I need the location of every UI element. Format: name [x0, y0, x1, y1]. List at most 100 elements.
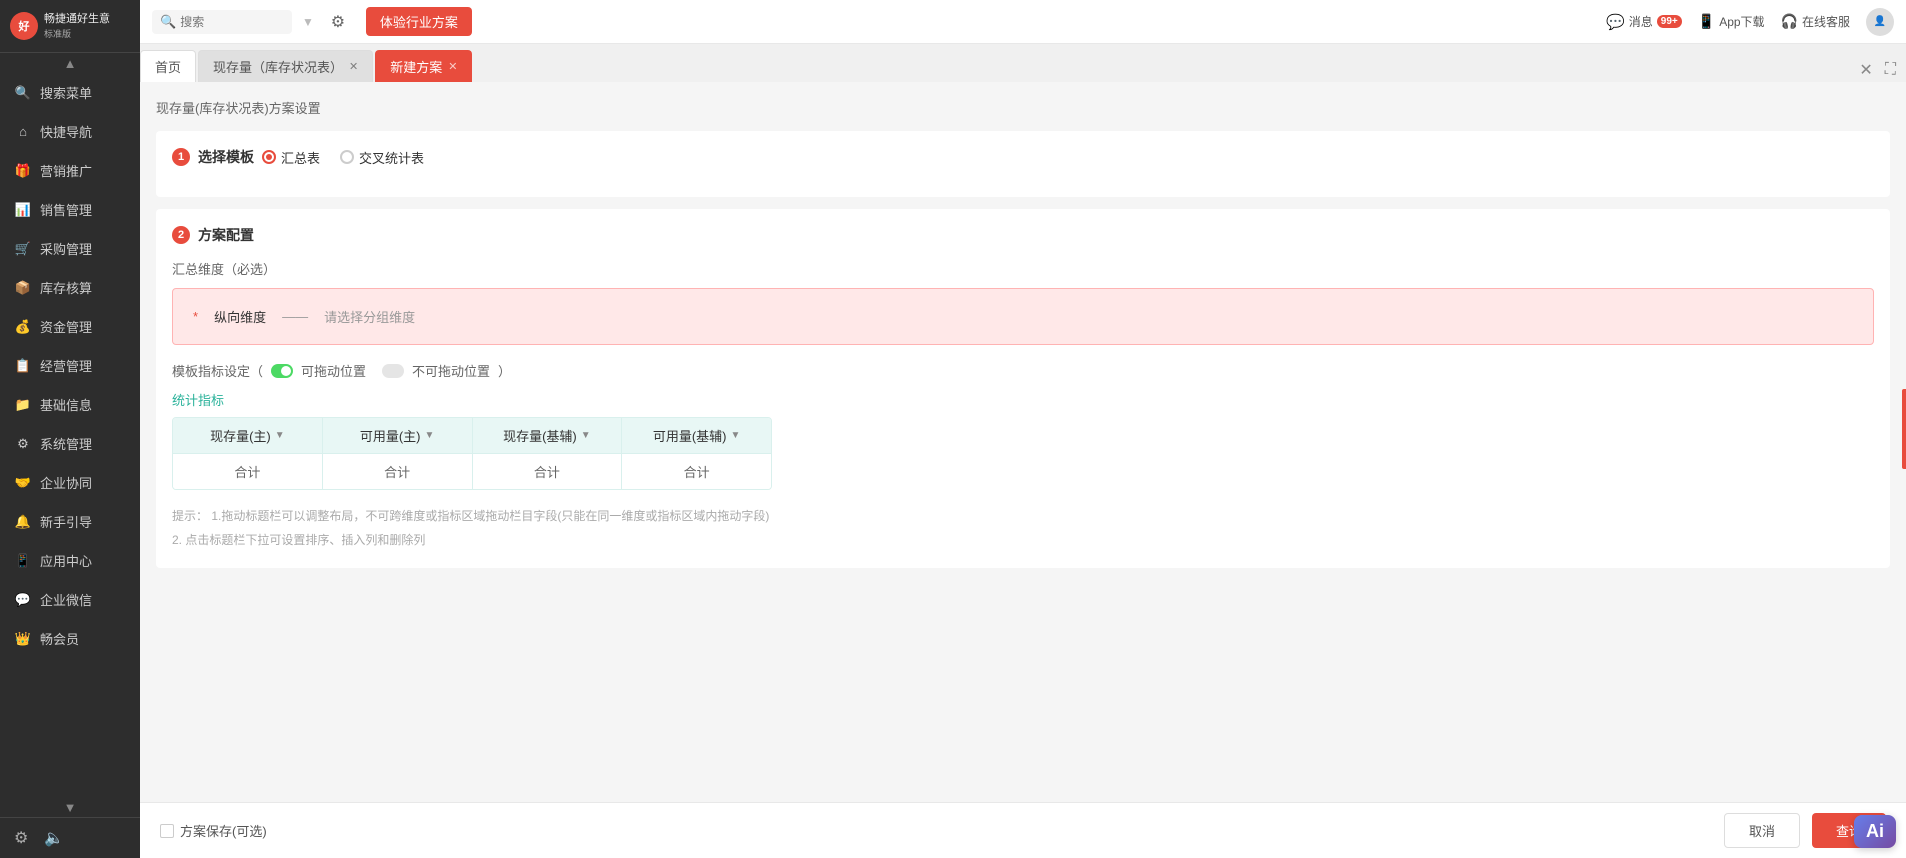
- home-icon: ⌂: [14, 123, 32, 141]
- dim-dash: ——: [282, 309, 308, 324]
- sidebar-label-app-center: 应用中心: [40, 551, 92, 570]
- tip-2: 2. 点击标题栏下拉可设置排序、插入列和删除列: [172, 528, 1874, 552]
- tab-inventory-status[interactable]: 现存量（库存状况表） ✕: [198, 50, 373, 82]
- no-drag-label: 不可拖动位置: [412, 361, 490, 380]
- sidebar-label-member: 畅会员: [40, 629, 79, 648]
- search-icon-top: 🔍: [160, 14, 176, 30]
- sidebar-item-sales[interactable]: 📊 销售管理: [0, 190, 140, 229]
- crown-icon: 👑: [14, 630, 32, 648]
- sidebar-item-member[interactable]: 👑 畅会员: [0, 619, 140, 658]
- can-drag-toggle[interactable]: [271, 364, 293, 378]
- close-panel-icon[interactable]: ✕: [1857, 58, 1874, 82]
- body-cell-1: 合计: [323, 454, 473, 489]
- expand-icon[interactable]: ⛶: [1883, 59, 1898, 81]
- tab-new-scheme-label: 新建方案: [390, 57, 442, 76]
- sidebar-item-system[interactable]: ⚙ 系统管理: [0, 424, 140, 463]
- sidebar-logo: 好 畅捷通好生意 标准版: [0, 0, 140, 53]
- save-option[interactable]: 方案保存(可选): [160, 821, 267, 840]
- radio-cross-dot: [340, 150, 354, 164]
- dimension-box: * 纵向维度 —— 请选择分组维度: [172, 288, 1874, 345]
- sidebar-item-basic-info[interactable]: 📁 基础信息: [0, 385, 140, 424]
- col-label-3: 可用量(基辅): [653, 426, 727, 445]
- sidebar-label-inventory: 库存核算: [40, 278, 92, 297]
- gear-icon: ⚙: [14, 435, 32, 453]
- step1-num: 1: [172, 148, 190, 166]
- sidebar-item-purchase[interactable]: 🛒 采购管理: [0, 229, 140, 268]
- col-header-1[interactable]: 可用量(主) ▼: [323, 418, 473, 453]
- handshake-icon: 🤝: [14, 474, 32, 492]
- search-input[interactable]: [180, 15, 260, 29]
- sidebar-item-quick-nav[interactable]: ⌂ 快捷导航: [0, 112, 140, 151]
- sidebar-item-wechat[interactable]: 💬 企业微信: [0, 580, 140, 619]
- sidebar-label-purchase: 采购管理: [40, 239, 92, 258]
- content-area: 现存量(库存状况表)方案设置 1 选择模板 汇总表 交叉统计表: [140, 82, 1906, 802]
- money-icon: 💰: [14, 318, 32, 336]
- sidebar-item-contract[interactable]: 🤝 企业协同: [0, 463, 140, 502]
- app-logo-icon: 好: [10, 12, 38, 40]
- sidebar-scroll-up[interactable]: ▲: [0, 53, 140, 73]
- col-header-3[interactable]: 可用量(基辅) ▼: [622, 418, 771, 453]
- user-avatar[interactable]: 👤: [1866, 8, 1894, 36]
- app-version: 标准版: [44, 27, 110, 40]
- ai-badge[interactable]: Ai: [1854, 815, 1896, 848]
- sidebar-label-contract: 企业协同: [40, 473, 92, 492]
- sidebar-label-basic-info: 基础信息: [40, 395, 92, 414]
- sidebar-scroll-down[interactable]: ▼: [0, 797, 140, 817]
- box-icon: 📦: [14, 279, 32, 297]
- indicator-settings-prefix: 模板指标设定（: [172, 361, 263, 380]
- tab-inventory-close[interactable]: ✕: [349, 60, 358, 73]
- sidebar-item-search-menu[interactable]: 🔍 搜索菜单: [0, 73, 140, 112]
- phone-icon: 📱: [1698, 13, 1715, 30]
- headset-icon: 🎧: [1781, 13, 1798, 30]
- topbar: 🔍 ▼ ⚙ 体验行业方案 💬 消息 99+ 📱 App下载 🎧 在线客服 👤: [140, 0, 1906, 44]
- sidebar-label-system: 系统管理: [40, 434, 92, 453]
- sidebar-item-finance[interactable]: 💰 资金管理: [0, 307, 140, 346]
- radio-summary[interactable]: 汇总表: [262, 148, 320, 167]
- app-download-label: App下载: [1719, 13, 1764, 30]
- sidebar-label-marketing: 营销推广: [40, 161, 92, 180]
- sidebar-label-quick-nav: 快捷导航: [40, 122, 92, 141]
- sidebar-item-app-center[interactable]: 📱 应用中心: [0, 541, 140, 580]
- dim-vertical-label: 纵向维度: [214, 307, 266, 326]
- topbar-right: 💬 消息 99+ 📱 App下载 🎧 在线客服 👤: [1606, 8, 1894, 36]
- speaker-icon[interactable]: 🔈: [44, 828, 64, 848]
- tab-home[interactable]: 首页: [140, 50, 196, 82]
- search-icon: 🔍: [14, 84, 32, 102]
- sidebar: 好 畅捷通好生意 标准版 ▲ 🔍 搜索菜单 ⌂ 快捷导航 🎁 营销推广 📊 销售…: [0, 0, 140, 858]
- dim-placeholder[interactable]: 请选择分组维度: [324, 307, 415, 326]
- tip-1: 提示： 1.拖动标题栏可以调整布局，不可跨维度或指标区域拖动栏目字段(只能在同一…: [172, 504, 1874, 528]
- save-checkbox[interactable]: [160, 824, 174, 838]
- radio-cross[interactable]: 交叉统计表: [340, 148, 424, 167]
- app-download-btn[interactable]: 📱 App下载: [1698, 13, 1765, 30]
- body-cell-0: 合计: [173, 454, 323, 489]
- topbar-gear-icon[interactable]: ⚙: [324, 8, 352, 36]
- stats-table-header: 现存量(主) ▼ 可用量(主) ▼ 现存量(基辅) ▼ 可用量(基辅): [173, 418, 771, 453]
- chat-icon: 💬: [14, 591, 32, 609]
- sidebar-item-guide[interactable]: 🔔 新手引导: [0, 502, 140, 541]
- sidebar-item-operation[interactable]: 📋 经营管理: [0, 346, 140, 385]
- messages-btn[interactable]: 💬 消息 99+: [1606, 13, 1682, 31]
- clipboard-icon: 📋: [14, 357, 32, 375]
- col-header-2[interactable]: 现存量(基辅) ▼: [473, 418, 623, 453]
- chart-icon: 📊: [14, 201, 32, 219]
- col-header-0[interactable]: 现存量(主) ▼: [173, 418, 323, 453]
- online-service-btn[interactable]: 🎧 在线客服: [1781, 13, 1850, 30]
- sidebar-label-search-menu: 搜索菜单: [40, 83, 92, 102]
- body-cell-3: 合计: [622, 454, 771, 489]
- cancel-button[interactable]: 取消: [1724, 813, 1800, 848]
- step1-header: 1 选择模板 汇总表 交叉统计表: [172, 147, 1874, 167]
- sidebar-item-inventory[interactable]: 📦 库存核算: [0, 268, 140, 307]
- tab-new-scheme[interactable]: 新建方案 ✕: [375, 50, 472, 82]
- chevron-3: ▼: [731, 430, 741, 441]
- no-drag-badge: [382, 364, 404, 378]
- tab-new-scheme-close[interactable]: ✕: [448, 60, 457, 73]
- sidebar-item-marketing[interactable]: 🎁 营销推广: [0, 151, 140, 190]
- chevron-1: ▼: [425, 430, 435, 441]
- messages-label: 消息: [1629, 13, 1653, 30]
- stats-table: 现存量(主) ▼ 可用量(主) ▼ 现存量(基辅) ▼ 可用量(基辅): [172, 417, 772, 490]
- search-box[interactable]: 🔍: [152, 10, 292, 34]
- stats-table-body: 合计 合计 合计 合计: [173, 453, 771, 489]
- industry-btn[interactable]: 体验行业方案: [366, 7, 472, 36]
- step2-card: 2 方案配置 汇总维度（必选） * 纵向维度 —— 请选择分组维度 模板指标设定…: [156, 209, 1890, 568]
- settings-icon[interactable]: ⚙: [14, 828, 28, 848]
